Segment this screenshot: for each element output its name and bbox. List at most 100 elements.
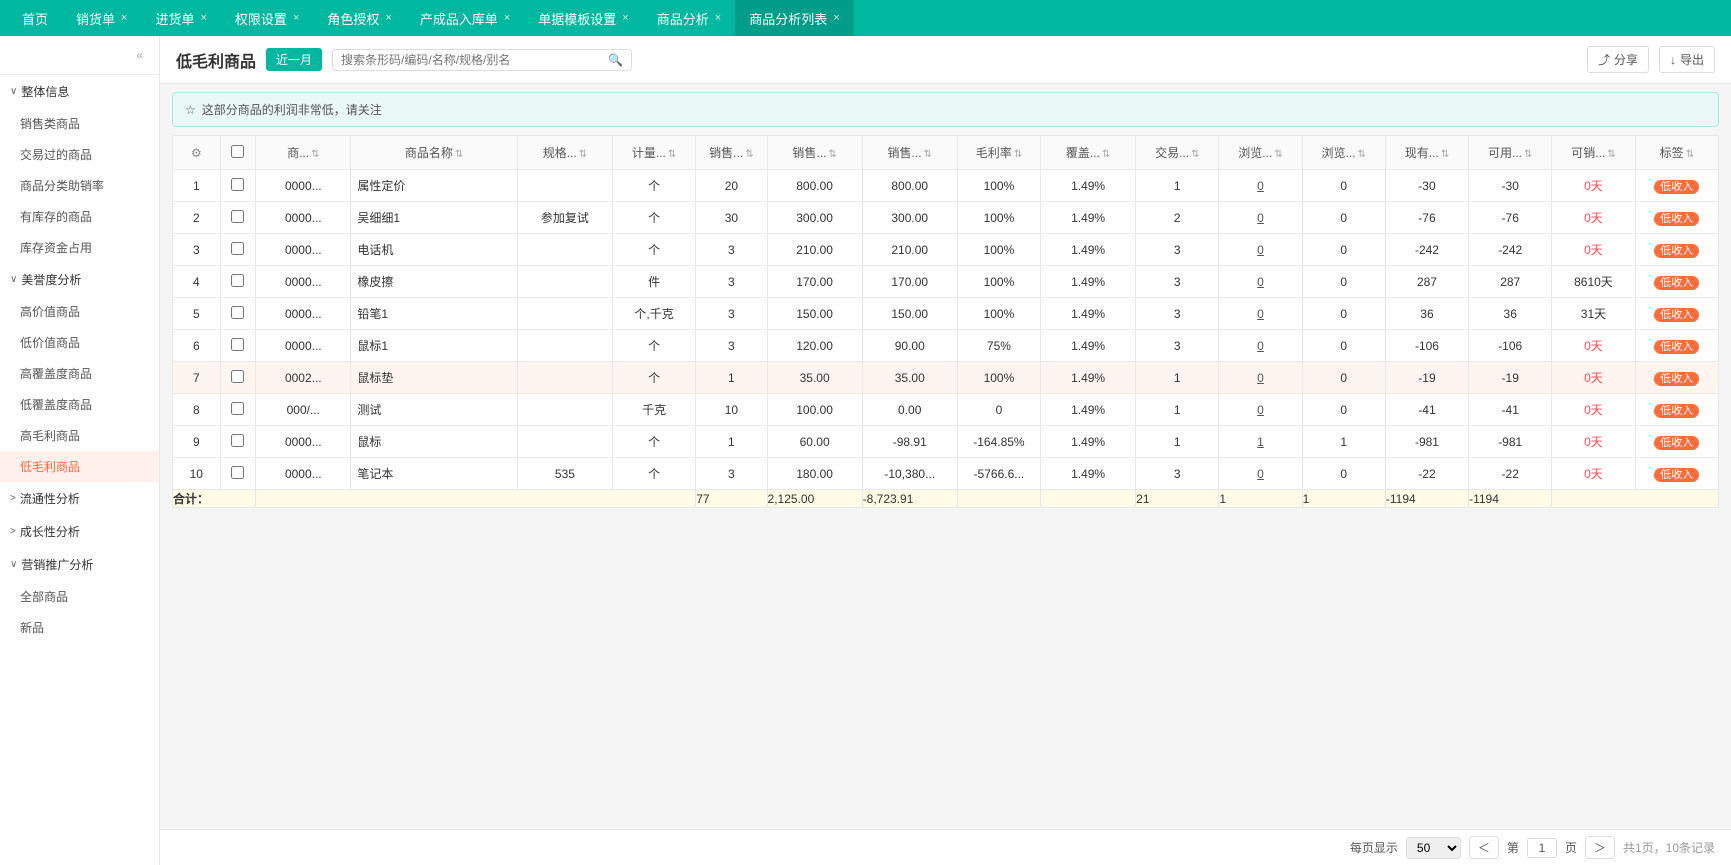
row-sellable: 0天 <box>1552 234 1635 266</box>
sidebar-group-reputation-title[interactable]: ∨ 美誉度分析 <box>0 263 159 296</box>
row-checkbox[interactable] <box>220 202 256 234</box>
share-btn[interactable]: ⤴ 分享 <box>1587 46 1649 73</box>
row-browse1[interactable]: 0 <box>1219 458 1302 490</box>
sidebar-item-category-rate[interactable]: 商品分类助销率 <box>0 170 159 201</box>
nav-product-receipt[interactable]: 产成品入库单 × <box>406 0 524 36</box>
nav-goods-analysis-close[interactable]: × <box>715 12 721 24</box>
th-unit[interactable]: 计量...⇅ <box>612 136 695 170</box>
row-tag: 低收入 <box>1635 202 1718 234</box>
th-sellable[interactable]: 可销...⇅ <box>1552 136 1635 170</box>
search-input[interactable] <box>341 53 604 67</box>
sidebar-item-high-value[interactable]: 高价值商品 <box>0 296 159 327</box>
th-browse1[interactable]: 浏览...⇅ <box>1219 136 1302 170</box>
row-checkbox[interactable] <box>220 330 256 362</box>
sidebar-collapse-btn[interactable]: « <box>128 40 151 70</box>
sidebar-item-all-products[interactable]: 全部商品 <box>0 581 159 612</box>
nav-role-close[interactable]: × <box>385 12 391 24</box>
search-icon[interactable]: 🔍 <box>608 53 623 67</box>
sidebar-item-low-value[interactable]: 低价值商品 <box>0 327 159 358</box>
sidebar-item-low-coverage[interactable]: 低覆盖度商品 <box>0 389 159 420</box>
sidebar-group-growth-title[interactable]: > 成长性分析 <box>0 515 159 548</box>
row-browse2: 0 <box>1302 266 1385 298</box>
row-trade: 3 <box>1136 266 1219 298</box>
nav-goods-list-close[interactable]: × <box>833 12 839 24</box>
row-browse1[interactable]: 1 <box>1219 426 1302 458</box>
row-sale-amount: 300.00 <box>862 202 957 234</box>
th-sale-qty[interactable]: 销售...⇅ <box>696 136 767 170</box>
table-row: 8 000/... 测试 千克 10 100.00 0.00 0 1.49% 1… <box>173 394 1719 426</box>
sidebar-item-capital[interactable]: 库存资金占用 <box>0 232 159 263</box>
prev-page-btn[interactable]: ＜ <box>1469 836 1499 859</box>
next-page-btn[interactable]: ＞ <box>1585 836 1615 859</box>
row-browse2: 0 <box>1302 202 1385 234</box>
th-current[interactable]: 现有...⇅ <box>1385 136 1468 170</box>
nav-template-close[interactable]: × <box>622 12 628 24</box>
sidebar-item-new-products[interactable]: 新品 <box>0 612 159 643</box>
sort-trade-icon: ⇅ <box>1191 149 1199 160</box>
nav-template-settings[interactable]: 单据模板设置 × <box>524 0 642 36</box>
nav-home[interactable]: 首页 <box>8 0 62 36</box>
nav-role-auth[interactable]: 角色授权 × <box>313 0 405 36</box>
th-checkbox[interactable] <box>220 136 256 170</box>
th-cover[interactable]: 覆盖...⇅ <box>1041 136 1136 170</box>
row-checkbox[interactable] <box>220 458 256 490</box>
nav-purchase-close[interactable]: × <box>200 12 206 24</box>
nav-sales-order-close[interactable]: × <box>121 12 127 24</box>
th-trade[interactable]: 交易...⇅ <box>1136 136 1219 170</box>
th-sale-price[interactable]: 销售...⇅ <box>767 136 862 170</box>
main-content: 低毛利商品 近一月 🔍 ⤴ 分享 ↓ 导出 ☆ 这部分商品的利润非常低，请关注 <box>160 36 1731 865</box>
row-checkbox[interactable] <box>220 266 256 298</box>
filter-recent-month-btn[interactable]: 近一月 <box>266 48 322 71</box>
row-browse1[interactable]: 0 <box>1219 266 1302 298</box>
nav-goods-analysis[interactable]: 商品分析 × <box>643 0 735 36</box>
nav-purchase-order[interactable]: 进货单 × <box>141 0 220 36</box>
row-checkbox[interactable] <box>220 426 256 458</box>
per-page-select[interactable]: 50 100 200 <box>1406 837 1461 859</box>
nav-product-close[interactable]: × <box>504 12 510 24</box>
row-checkbox[interactable] <box>220 298 256 330</box>
row-sale-amount: 150.00 <box>862 298 957 330</box>
row-checkbox[interactable] <box>220 170 256 202</box>
row-browse1[interactable]: 0 <box>1219 330 1302 362</box>
th-settings[interactable]: ⚙ <box>173 136 221 170</box>
th-name[interactable]: 商品名称⇅ <box>351 136 517 170</box>
sidebar-group-overall: ∨ 整体信息 销售类商品 交易过的商品 商品分类助销率 有库存的商品 库存资金占… <box>0 75 159 263</box>
row-browse1[interactable]: 0 <box>1219 170 1302 202</box>
row-sale-qty: 30 <box>696 202 767 234</box>
row-checkbox[interactable] <box>220 362 256 394</box>
nav-goods-analysis-list[interactable]: 商品分析列表 × <box>735 0 853 36</box>
nav-permission[interactable]: 权限设置 × <box>221 0 313 36</box>
th-code[interactable]: 商...⇅ <box>256 136 351 170</box>
th-browse2[interactable]: 浏览...⇅ <box>1302 136 1385 170</box>
sidebar-item-sales-category[interactable]: 销售类商品 <box>0 108 159 139</box>
sidebar-item-high-coverage[interactable]: 高覆盖度商品 <box>0 358 159 389</box>
export-btn[interactable]: ↓ 导出 <box>1659 46 1715 73</box>
row-cover: 1.49% <box>1041 202 1136 234</box>
row-browse1[interactable]: 0 <box>1219 394 1302 426</box>
row-code: 0000... <box>256 458 351 490</box>
sidebar-item-high-margin[interactable]: 高毛利商品 <box>0 420 159 451</box>
th-cover-label: 覆盖... <box>1066 146 1100 160</box>
sidebar-item-in-stock[interactable]: 有库存的商品 <box>0 201 159 232</box>
th-tag[interactable]: 标签⇅ <box>1635 136 1718 170</box>
row-browse1[interactable]: 0 <box>1219 202 1302 234</box>
row-browse1[interactable]: 0 <box>1219 234 1302 266</box>
row-browse1[interactable]: 0 <box>1219 298 1302 330</box>
sidebar-item-low-margin[interactable]: 低毛利商品 <box>0 451 159 482</box>
nav-permission-close[interactable]: × <box>293 12 299 24</box>
sidebar-group-circulation-title[interactable]: > 流通性分析 <box>0 482 159 515</box>
th-available[interactable]: 可用...⇅ <box>1469 136 1552 170</box>
sidebar-group-overall-title[interactable]: ∨ 整体信息 <box>0 75 159 108</box>
row-index: 10 <box>173 458 221 490</box>
row-browse1[interactable]: 0 <box>1219 362 1302 394</box>
sidebar-group-marketing-title[interactable]: ∨ 营销推广分析 <box>0 548 159 581</box>
row-checkbox[interactable] <box>220 234 256 266</box>
select-all-checkbox[interactable] <box>231 145 244 158</box>
th-spec[interactable]: 规格...⇅ <box>517 136 612 170</box>
th-sale-amount[interactable]: 销售...⇅ <box>862 136 957 170</box>
row-checkbox[interactable] <box>220 394 256 426</box>
th-gross[interactable]: 毛利率⇅ <box>957 136 1040 170</box>
row-gross: 75% <box>957 330 1040 362</box>
nav-sales-order[interactable]: 销货单 × <box>62 0 141 36</box>
sidebar-item-traded[interactable]: 交易过的商品 <box>0 139 159 170</box>
